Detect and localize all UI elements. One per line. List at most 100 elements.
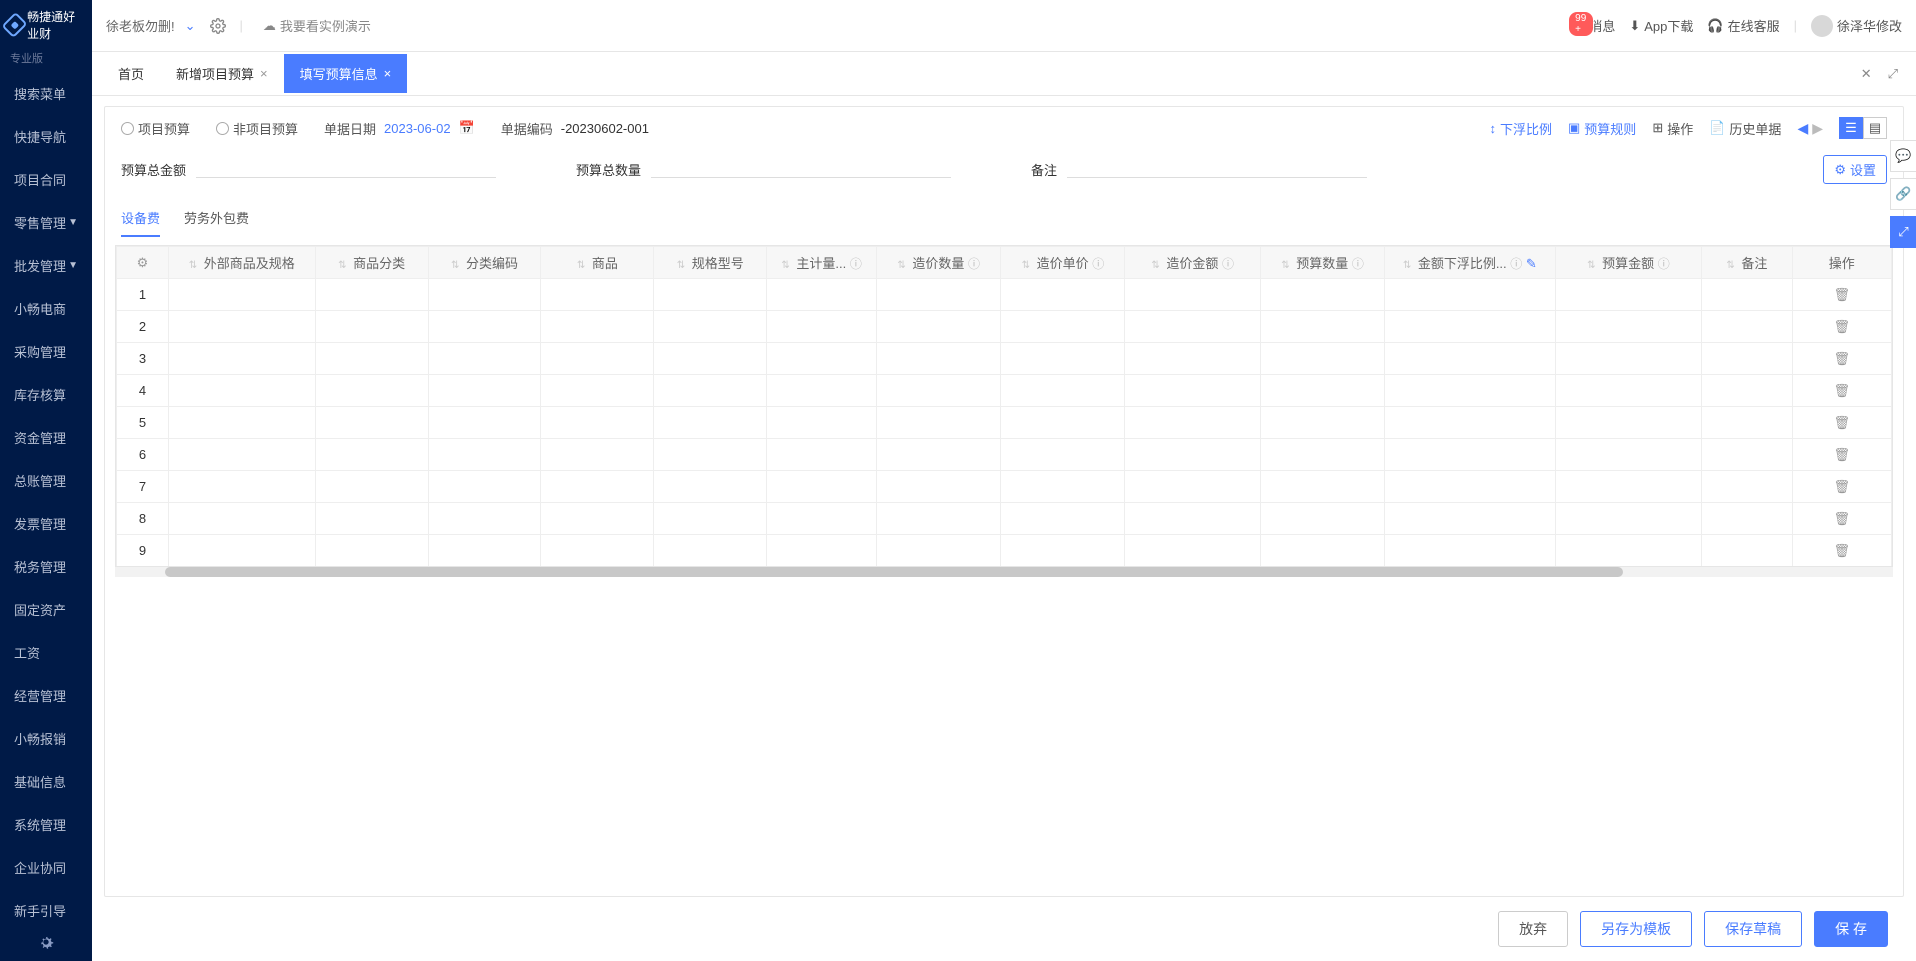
cell[interactable] xyxy=(1260,439,1384,471)
operate-button[interactable]: ⊞操作 xyxy=(1652,119,1693,138)
remark-input[interactable] xyxy=(1067,162,1367,178)
cell[interactable] xyxy=(767,311,877,343)
cell[interactable] xyxy=(168,375,315,407)
cell[interactable] xyxy=(1260,407,1384,439)
cell[interactable] xyxy=(1125,343,1260,375)
cell[interactable] xyxy=(541,311,654,343)
col-header-6[interactable]: ⇅ 造价数量 ⓘ xyxy=(877,247,1001,279)
app-download-button[interactable]: ⬇ App下载 xyxy=(1629,16,1693,35)
col-header-7[interactable]: ⇅ 造价单价 ⓘ xyxy=(1001,247,1125,279)
sidebar-item-2[interactable]: 项目合同 xyxy=(0,158,92,201)
close-icon[interactable]: × xyxy=(384,66,392,81)
delete-row-icon[interactable]: 🗑 xyxy=(1834,543,1851,558)
cell[interactable] xyxy=(1125,439,1260,471)
tab-2[interactable]: 填写预算信息× xyxy=(284,54,408,93)
tab-1[interactable]: 新增项目预算× xyxy=(160,54,284,93)
cell[interactable] xyxy=(1555,311,1702,343)
col-header-0[interactable]: ⇅ 外部商品及规格 xyxy=(168,247,315,279)
tenant-settings-icon[interactable] xyxy=(210,18,226,34)
cell[interactable] xyxy=(168,535,315,567)
cell[interactable] xyxy=(315,407,428,439)
cell[interactable] xyxy=(1125,279,1260,311)
delete-row-icon[interactable]: 🗑 xyxy=(1834,447,1851,462)
sidebar-settings-button[interactable] xyxy=(0,926,92,961)
history-button[interactable]: 📄历史单据 xyxy=(1709,119,1781,138)
cell[interactable] xyxy=(428,535,541,567)
cell[interactable] xyxy=(541,343,654,375)
cell[interactable] xyxy=(541,503,654,535)
cell[interactable] xyxy=(877,471,1001,503)
support-button[interactable]: 🎧 在线客服 xyxy=(1707,16,1779,35)
cell[interactable] xyxy=(1702,311,1792,343)
tenant-selector[interactable]: 徐老板勿删! ⌄ xyxy=(106,16,196,35)
cell[interactable] xyxy=(1001,407,1125,439)
cell[interactable] xyxy=(1555,407,1702,439)
sidebar-item-14[interactable]: 经营管理 xyxy=(0,674,92,717)
cell[interactable] xyxy=(168,343,315,375)
col-header-10[interactable]: ⇅ 金额下浮比例... ⓘ ✎ xyxy=(1385,247,1555,279)
cell[interactable] xyxy=(315,471,428,503)
cell[interactable] xyxy=(1001,471,1125,503)
gear-icon[interactable]: ⚙ xyxy=(137,255,149,270)
cell[interactable] xyxy=(428,439,541,471)
cell[interactable] xyxy=(1260,503,1384,535)
sidebar-item-4[interactable]: 批发管理▼ xyxy=(0,244,92,287)
sidebar-item-15[interactable]: 小畅报销 xyxy=(0,717,92,760)
cell[interactable] xyxy=(1125,471,1260,503)
radio-non-project-budget[interactable]: 非项目预算 xyxy=(216,119,298,138)
cell[interactable] xyxy=(654,439,767,471)
cell[interactable] xyxy=(1260,535,1384,567)
cell[interactable] xyxy=(1260,279,1384,311)
col-header-9[interactable]: ⇅ 预算数量 ⓘ xyxy=(1260,247,1384,279)
cell[interactable] xyxy=(1385,535,1555,567)
total-amount-input[interactable] xyxy=(196,162,496,178)
discard-button[interactable]: 放弃 xyxy=(1498,911,1568,947)
cell[interactable] xyxy=(1001,375,1125,407)
close-all-tabs-icon[interactable]: ✕ xyxy=(1861,66,1872,82)
fullscreen-icon[interactable]: ⤢ xyxy=(1888,66,1898,82)
view-list-button[interactable]: ☰ xyxy=(1839,117,1863,139)
cell[interactable] xyxy=(168,471,315,503)
cell[interactable] xyxy=(1555,343,1702,375)
cell[interactable] xyxy=(1260,343,1384,375)
next-doc-icon[interactable]: ▶ xyxy=(1812,120,1823,137)
sidebar-item-5[interactable]: 小畅电商 xyxy=(0,287,92,330)
cell[interactable] xyxy=(877,439,1001,471)
cell[interactable] xyxy=(168,503,315,535)
gutter-comment-icon[interactable]: 💬 xyxy=(1890,140,1916,172)
cell[interactable] xyxy=(1385,503,1555,535)
budget-rule-button[interactable]: ▣预算规则 xyxy=(1568,119,1636,138)
cell[interactable] xyxy=(1001,279,1125,311)
cell[interactable] xyxy=(654,375,767,407)
sidebar-item-6[interactable]: 采购管理 xyxy=(0,330,92,373)
cell[interactable] xyxy=(767,279,877,311)
cell[interactable] xyxy=(1001,503,1125,535)
cell[interactable] xyxy=(1001,311,1125,343)
sidebar-item-3[interactable]: 零售管理▼ xyxy=(0,201,92,244)
cell[interactable] xyxy=(654,343,767,375)
cell[interactable] xyxy=(1001,343,1125,375)
cell[interactable] xyxy=(877,279,1001,311)
cell[interactable] xyxy=(877,407,1001,439)
gutter-attachment-icon[interactable]: 🔗 xyxy=(1890,178,1916,210)
cell[interactable] xyxy=(428,343,541,375)
cell[interactable] xyxy=(1125,535,1260,567)
cell[interactable] xyxy=(877,503,1001,535)
cell[interactable] xyxy=(1555,471,1702,503)
cell[interactable] xyxy=(877,375,1001,407)
save-draft-button[interactable]: 保存草稿 xyxy=(1704,911,1802,947)
sidebar-item-11[interactable]: 税务管理 xyxy=(0,545,92,588)
sidebar-item-7[interactable]: 库存核算 xyxy=(0,373,92,416)
cell[interactable] xyxy=(541,375,654,407)
cell[interactable] xyxy=(654,407,767,439)
cell[interactable] xyxy=(1260,311,1384,343)
cell[interactable] xyxy=(1702,343,1792,375)
delete-row-icon[interactable]: 🗑 xyxy=(1834,415,1851,430)
cell[interactable] xyxy=(315,311,428,343)
cell[interactable] xyxy=(767,439,877,471)
sidebar-item-8[interactable]: 资金管理 xyxy=(0,416,92,459)
cell[interactable] xyxy=(1702,535,1792,567)
delete-row-icon[interactable]: 🗑 xyxy=(1834,479,1851,494)
demo-link[interactable]: ☁ 我要看实例演示 xyxy=(263,16,371,35)
col-header-11[interactable]: ⇅ 预算金额 ⓘ xyxy=(1555,247,1702,279)
